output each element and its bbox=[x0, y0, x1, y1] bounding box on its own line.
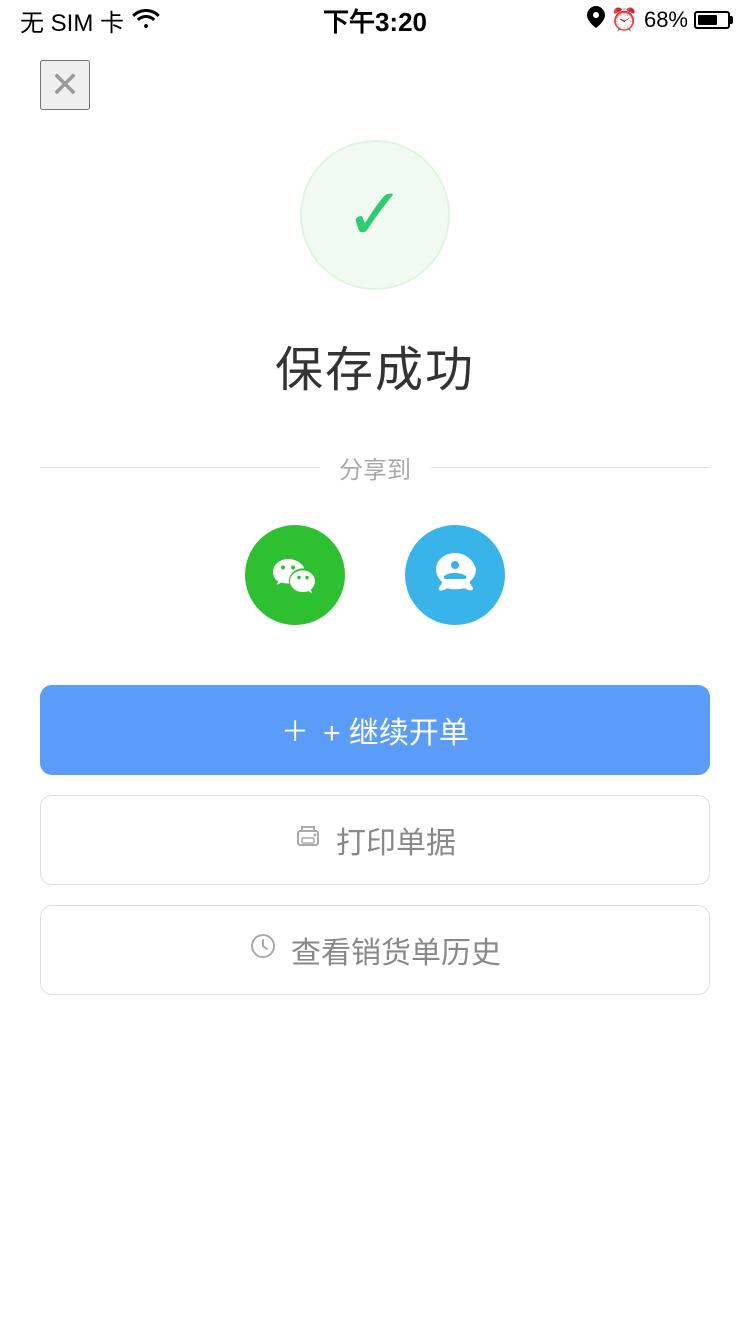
wifi-icon bbox=[132, 6, 160, 35]
print-icon bbox=[294, 822, 322, 858]
divider-line-right bbox=[431, 467, 710, 468]
close-icon: ✕ bbox=[50, 67, 80, 103]
history-icon bbox=[249, 932, 277, 968]
checkmark-icon: ✓ bbox=[345, 179, 405, 251]
print-button[interactable]: 打印单据 bbox=[40, 795, 710, 885]
share-divider: 分享到 bbox=[40, 450, 710, 485]
share-label: 分享到 bbox=[339, 450, 411, 485]
status-right: ⏰ 68% bbox=[587, 6, 730, 34]
battery-icon bbox=[694, 11, 730, 29]
plus-icon: ＋ bbox=[281, 710, 309, 750]
continue-button-label: + 继续开单 bbox=[323, 708, 469, 752]
wechat-icon bbox=[267, 547, 323, 603]
share-icons-container bbox=[245, 525, 505, 625]
continue-button[interactable]: ＋ + 继续开单 bbox=[40, 685, 710, 775]
action-buttons-container: ＋ + 继续开单 打印单据 查看销货单历 bbox=[40, 685, 710, 995]
print-button-label: 打印单据 bbox=[336, 818, 456, 862]
divider-line-left bbox=[40, 467, 319, 468]
sim-text: 无 SIM 卡 bbox=[20, 3, 124, 38]
main-content: ✕ ✓ 保存成功 分享到 ＋ + 继续开单 bbox=[0, 40, 750, 1035]
wechat-share-button[interactable] bbox=[245, 525, 345, 625]
close-button[interactable]: ✕ bbox=[40, 60, 90, 110]
qq-share-button[interactable] bbox=[405, 525, 505, 625]
location-icon bbox=[587, 6, 605, 34]
history-button-label: 查看销货单历史 bbox=[291, 928, 501, 972]
qq-icon bbox=[427, 547, 483, 603]
battery-text: 68% bbox=[644, 7, 688, 33]
success-title: 保存成功 bbox=[275, 330, 475, 400]
status-left: 无 SIM 卡 bbox=[20, 3, 160, 38]
status-bar: 无 SIM 卡 下午3:20 ⏰ 68% bbox=[0, 0, 750, 40]
alarm-icon: ⏰ bbox=[611, 7, 638, 33]
history-button[interactable]: 查看销货单历史 bbox=[40, 905, 710, 995]
status-time: 下午3:20 bbox=[323, 2, 427, 39]
success-icon-circle: ✓ bbox=[300, 140, 450, 290]
